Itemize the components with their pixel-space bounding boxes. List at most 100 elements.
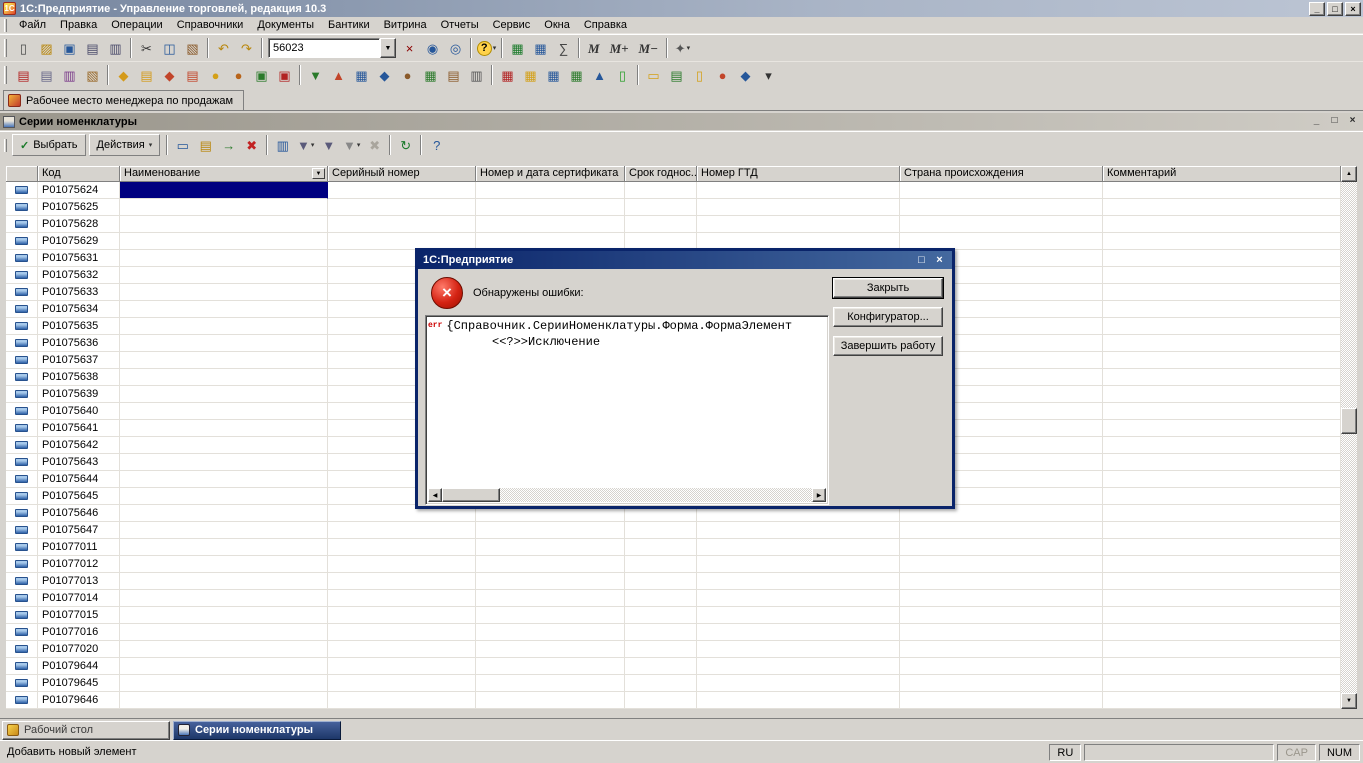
cell-code[interactable]: P01075634 [38, 301, 120, 318]
dropdown-arrow[interactable]: ▾ [357, 141, 361, 149]
calendar-task-icon[interactable]: ▤ [665, 64, 688, 86]
dialog-close-button[interactable]: Закрыть [832, 277, 944, 299]
cell-code[interactable]: P01077011 [38, 539, 120, 556]
external-processing-icon[interactable]: ▥ [58, 64, 81, 86]
report-profit-icon[interactable]: ▦ [565, 64, 588, 86]
cell[interactable] [120, 658, 328, 675]
scroll-thumb[interactable] [442, 488, 500, 502]
cell[interactable] [476, 675, 625, 692]
reminder-icon[interactable]: ● [711, 64, 734, 86]
cell[interactable] [476, 182, 625, 199]
service-settings-icon[interactable]: ✦ ▾ [671, 37, 694, 59]
cut-icon[interactable]: ✂ [135, 37, 158, 59]
cell[interactable] [328, 539, 476, 556]
table-row[interactable]: P01079645 [6, 675, 1341, 692]
menu-item-9[interactable]: Окна [537, 18, 577, 32]
column-header-0[interactable]: Код [38, 166, 120, 182]
cell[interactable] [120, 539, 328, 556]
cell[interactable] [1103, 692, 1341, 709]
cell[interactable] [625, 539, 697, 556]
refresh-icon[interactable]: ↻ [394, 134, 417, 156]
cell[interactable] [120, 233, 328, 250]
cell[interactable] [328, 590, 476, 607]
cell[interactable] [900, 658, 1103, 675]
cell-code[interactable]: P01079644 [38, 658, 120, 675]
table-row[interactable]: P01077013 [6, 573, 1341, 590]
cell[interactable] [476, 658, 625, 675]
cell[interactable] [1103, 454, 1341, 471]
cell-code[interactable]: P01075633 [38, 284, 120, 301]
payment-in-icon[interactable]: ▣ [250, 64, 273, 86]
scroll-left-button[interactable]: ◀ [428, 488, 442, 502]
cell[interactable] [120, 284, 328, 301]
cell-code[interactable]: P01079646 [38, 692, 120, 709]
cell[interactable] [625, 641, 697, 658]
cell[interactable] [900, 182, 1103, 199]
table-row[interactable]: P01075625 [6, 199, 1341, 216]
new-email-icon[interactable]: ▭ [642, 64, 665, 86]
cell[interactable] [120, 488, 328, 505]
cell[interactable] [697, 522, 900, 539]
scroll-down-button[interactable]: ▼ [1341, 693, 1357, 709]
cell[interactable] [328, 556, 476, 573]
cell[interactable] [697, 199, 900, 216]
cell-code[interactable]: P01075635 [38, 318, 120, 335]
cell[interactable] [1103, 386, 1341, 403]
cell[interactable] [120, 403, 328, 420]
cash-expense-order-icon[interactable]: ● [227, 64, 250, 86]
cell[interactable] [1103, 216, 1341, 233]
green-document-icon[interactable]: ▯ [611, 64, 634, 86]
cell[interactable] [476, 216, 625, 233]
menu-item-4[interactable]: Документы [250, 18, 321, 32]
cell[interactable] [625, 607, 697, 624]
saved-reports-icon[interactable]: ▧ [81, 64, 104, 86]
cell[interactable] [1103, 641, 1341, 658]
cell[interactable] [328, 675, 476, 692]
cell-code[interactable]: P01077012 [38, 556, 120, 573]
cell[interactable] [328, 573, 476, 590]
dialog-close-icon[interactable]: × [932, 254, 947, 266]
cell[interactable] [900, 522, 1103, 539]
cell[interactable] [1103, 675, 1341, 692]
dropdown-arrow[interactable]: ▾ [311, 141, 315, 149]
cell[interactable] [120, 454, 328, 471]
payment-out-icon[interactable]: ▣ [273, 64, 296, 86]
cell[interactable] [1103, 437, 1341, 454]
cell[interactable] [120, 216, 328, 233]
cell[interactable] [625, 182, 697, 199]
table-row[interactable]: P01079646 [6, 692, 1341, 709]
cell[interactable] [328, 199, 476, 216]
cell[interactable] [900, 556, 1103, 573]
menu-item-2[interactable]: Операции [104, 18, 169, 32]
open-icon[interactable]: ▨ [35, 37, 58, 59]
inventory-icon[interactable]: ▦ [350, 64, 373, 86]
calendar-icon[interactable]: ▦ [529, 37, 552, 59]
column-header-6[interactable]: Страна происхождения [900, 166, 1103, 182]
cell[interactable] [900, 573, 1103, 590]
child-restore-button[interactable]: □ [1327, 115, 1342, 128]
cell-code[interactable]: P01077016 [38, 624, 120, 641]
cell-code[interactable]: P01075632 [38, 267, 120, 284]
cell[interactable] [697, 539, 900, 556]
cell-code[interactable]: P01075647 [38, 522, 120, 539]
delete-mark-icon[interactable]: ✖ [240, 134, 263, 156]
table-row[interactable]: P01077020 [6, 641, 1341, 658]
cell[interactable] [1103, 522, 1341, 539]
cell[interactable] [1103, 182, 1341, 199]
cell[interactable] [697, 658, 900, 675]
cell[interactable] [328, 182, 476, 199]
select-button[interactable]: ✓ Выбрать [12, 134, 86, 156]
cell[interactable] [120, 437, 328, 454]
spreadsheet-icon[interactable]: ▦ [506, 37, 529, 59]
cell[interactable] [120, 573, 328, 590]
cell[interactable] [328, 692, 476, 709]
menu-item-7[interactable]: Отчеты [434, 18, 486, 32]
customer-orders-journal-icon[interactable]: ▤ [135, 64, 158, 86]
cell[interactable] [120, 607, 328, 624]
calculator-icon[interactable]: ∑ [552, 37, 575, 59]
cell-code[interactable]: P01075641 [38, 420, 120, 437]
cell[interactable] [1103, 539, 1341, 556]
cell[interactable] [625, 658, 697, 675]
cell[interactable] [1103, 301, 1341, 318]
move-to-group-icon[interactable]: → [217, 134, 240, 156]
